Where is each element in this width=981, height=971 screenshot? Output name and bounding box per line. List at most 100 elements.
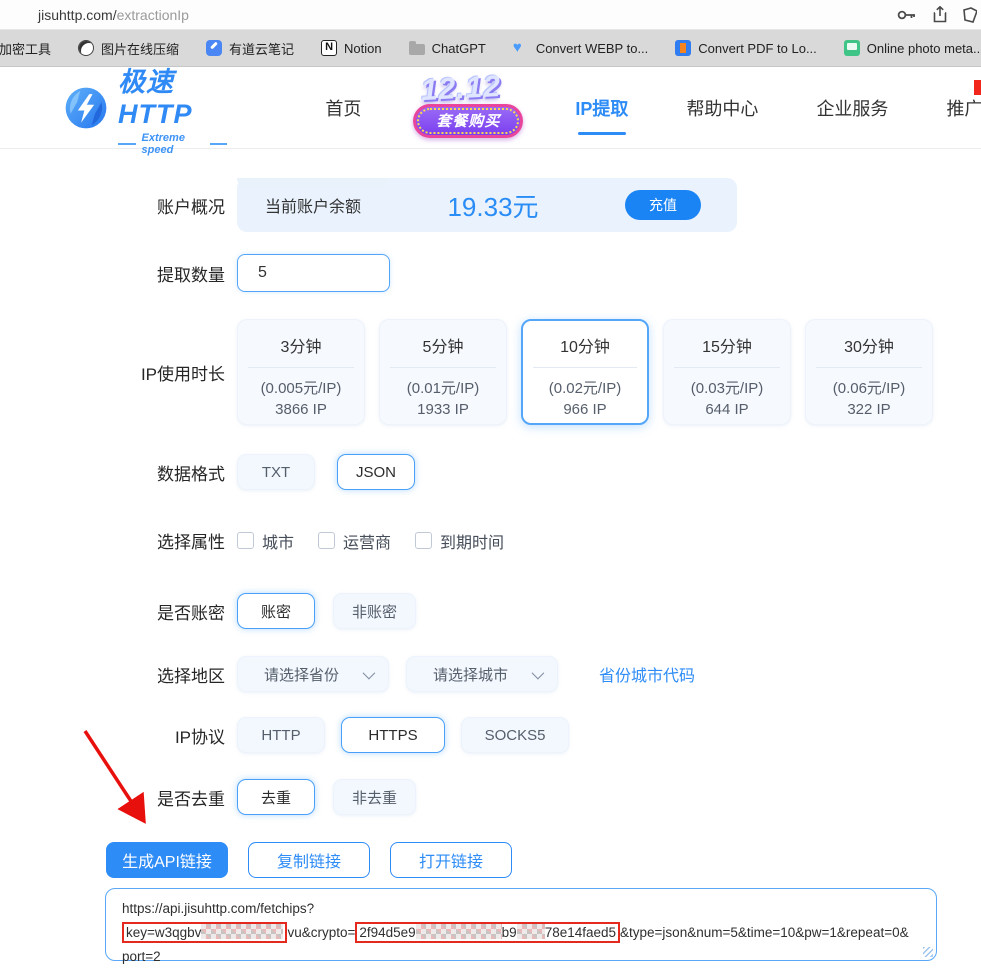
crypto-mosaic-redaction	[415, 924, 502, 939]
auth-row: 是否账密 账密 非账密	[0, 593, 981, 629]
nav-help-center[interactable]: 帮助中心	[686, 95, 758, 121]
password-key-icon[interactable]	[897, 9, 917, 21]
textarea-resize-handle[interactable]	[923, 947, 933, 957]
bookmark-photo-meta[interactable]: Online photo meta...	[843, 40, 981, 56]
scrolled-cutoff-element	[237, 178, 388, 187]
logo-subtitle: Extreme speed	[118, 132, 228, 156]
divider	[390, 367, 496, 368]
checkbox-expiry[interactable]: 到期时间	[415, 529, 504, 553]
divider	[816, 367, 922, 368]
quantity-row: 提取数量	[0, 254, 981, 292]
bookmark-youdao-note[interactable]: 有道云笔记	[206, 39, 294, 58]
bookmark-convert-pdf[interactable]: Convert PDF to Lo...	[675, 40, 817, 56]
checkbox-icon	[318, 532, 336, 549]
redacted-key-annotation-box: key=w3qgbv	[122, 922, 288, 943]
account-label: 账户概况	[157, 197, 225, 217]
main-nav: 首页 12.12 套餐购买 IP提取 帮助中心 企业服务 推广返利	[325, 69, 981, 140]
attributes-row: 选择属性 城市 运营商 到期时间	[0, 528, 981, 553]
dedupe-label: 是否去重	[157, 789, 225, 809]
extension-icon-cutoff[interactable]	[963, 6, 977, 23]
copy-link-button[interactable]: 复制链接	[248, 842, 370, 878]
balance-label: 当前账户余额	[265, 199, 362, 216]
chevron-down-icon	[531, 666, 545, 679]
duration-card-15min[interactable]: 15分钟 (0.03元/IP) 644 IP	[663, 319, 791, 425]
bookmark-convert-webp[interactable]: ♥ Convert WEBP to...	[513, 40, 648, 56]
divider	[248, 367, 354, 368]
attributes-label: 选择属性	[157, 533, 225, 552]
bookmark-image-compress[interactable]: 图片在线压缩	[78, 39, 179, 58]
checkbox-city[interactable]: 城市	[237, 529, 294, 553]
promo-banner-1212[interactable]: 12.12 套餐购买	[413, 69, 524, 140]
chevron-down-icon	[362, 666, 376, 679]
format-option-json-selected[interactable]: JSON	[337, 454, 416, 490]
generate-api-link-button[interactable]: 生成API链接	[106, 842, 228, 878]
protocol-option-http[interactable]: HTTP	[237, 717, 325, 753]
region-row: 选择地区 请选择省份 请选择城市 省份城市代码	[0, 656, 981, 692]
format-option-txt[interactable]: TXT	[237, 454, 315, 490]
balance-value: 19.33元	[447, 191, 539, 222]
city-select[interactable]: 请选择城市	[406, 656, 558, 692]
crypto-mosaic-redaction	[516, 924, 545, 939]
open-link-button[interactable]: 打开链接	[390, 842, 512, 878]
protocol-row: IP协议 HTTP HTTPS SOCKS5	[0, 717, 981, 753]
auth-option-no-credential[interactable]: 非账密	[333, 593, 417, 629]
bookmark-notion[interactable]: N Notion	[321, 40, 382, 56]
redacted-crypto-annotation-box: 2f94d5e9 b9 78e14faed5	[355, 922, 621, 943]
nav-referral[interactable]: 推广返利	[946, 95, 981, 121]
folder-icon	[408, 41, 425, 55]
api-url-line2: key=w3qgbv vu&crypto= 2f94d5e9 b9 78e14faed5…	[122, 921, 920, 945]
format-row: 数据格式 TXT JSON	[0, 454, 981, 490]
nav-home[interactable]: 首页	[325, 95, 361, 121]
duration-card-30min[interactable]: 30分钟 (0.06元/IP) 322 IP	[805, 319, 933, 425]
nav-ip-extract[interactable]: IP提取	[575, 95, 628, 121]
nav-enterprise[interactable]: 企业服务	[816, 95, 888, 121]
notion-icon: N	[321, 40, 338, 56]
province-select[interactable]: 请选择省份	[237, 656, 389, 692]
promo-label: 套餐购买	[436, 113, 501, 130]
quantity-input[interactable]	[237, 254, 390, 292]
duration-card-5min[interactable]: 5分钟 (0.01元/IP) 1933 IP	[379, 319, 507, 425]
bookmark-chatgpt[interactable]: ChatGPT	[408, 41, 486, 56]
dedupe-option-no[interactable]: 非去重	[333, 779, 417, 815]
duration-row: IP使用时长 3分钟 (0.005元/IP) 3866 IP 5分钟 (0.01…	[0, 319, 981, 425]
site-logo[interactable]: 极速HTTP Extreme speed	[64, 60, 228, 156]
logo-dash-right	[209, 142, 228, 145]
lightning-logo-icon	[65, 87, 107, 128]
duration-label: IP使用时长	[140, 364, 225, 384]
logo-title: 极速HTTP	[118, 66, 193, 129]
duration-card-3min[interactable]: 3分钟 (0.005元/IP) 3866 IP	[237, 319, 365, 425]
bookmark-encrypt-tool[interactable]: 加密工具	[0, 39, 51, 58]
quantity-label: 提取数量	[157, 265, 225, 285]
api-url-line3: port=2	[122, 949, 161, 964]
actions-row: 生成API链接 复制链接 打开链接	[0, 842, 981, 878]
url-path: extractionIp	[116, 6, 189, 23]
checkbox-icon	[237, 532, 254, 549]
nav-hot-badge	[974, 80, 981, 95]
protocol-option-socks5[interactable]: SOCKS5	[461, 717, 569, 753]
auth-label: 是否账密	[157, 603, 225, 623]
result-row: https://api.jisuhttp.com/fetchips? key=w…	[0, 888, 981, 964]
account-row: 账户概况 当前账户余额 19.33元 充值	[0, 178, 981, 232]
photo-icon	[843, 40, 860, 56]
duration-card-10min-selected[interactable]: 10分钟 (0.02元/IP) 966 IP	[521, 319, 649, 425]
dedupe-row: 是否去重 去重 非去重	[0, 779, 981, 815]
province-city-code-link[interactable]: 省份城市代码	[599, 662, 695, 686]
page: jisuhttp.com/extractionIp 加密工具 图片在线压缩 有道…	[0, 0, 981, 971]
site-header: 极速HTTP Extreme speed 首页 12.12 套餐购买 IP提取 …	[0, 67, 981, 156]
promo-date: 12.12	[420, 69, 503, 107]
auth-option-credential-selected[interactable]: 账密	[237, 593, 315, 629]
panda-icon	[78, 40, 95, 56]
divider	[533, 367, 637, 368]
youdao-pen-icon	[206, 40, 223, 56]
dedupe-option-yes-selected[interactable]: 去重	[237, 779, 315, 815]
promo-pill: 套餐购买	[413, 103, 524, 138]
api-url-output[interactable]: https://api.jisuhttp.com/fetchips? key=w…	[105, 888, 937, 964]
protocol-option-https-selected[interactable]: HTTPS	[341, 717, 445, 753]
logo-dash-left	[118, 142, 136, 145]
region-label: 选择地区	[157, 666, 225, 686]
share-icon[interactable]	[933, 6, 947, 23]
recharge-button[interactable]: 充值	[625, 190, 701, 220]
url-host: jisuhttp.com/	[38, 6, 117, 23]
browser-url-bar[interactable]: jisuhttp.com/extractionIp	[0, 0, 981, 30]
checkbox-carrier[interactable]: 运营商	[318, 529, 391, 553]
